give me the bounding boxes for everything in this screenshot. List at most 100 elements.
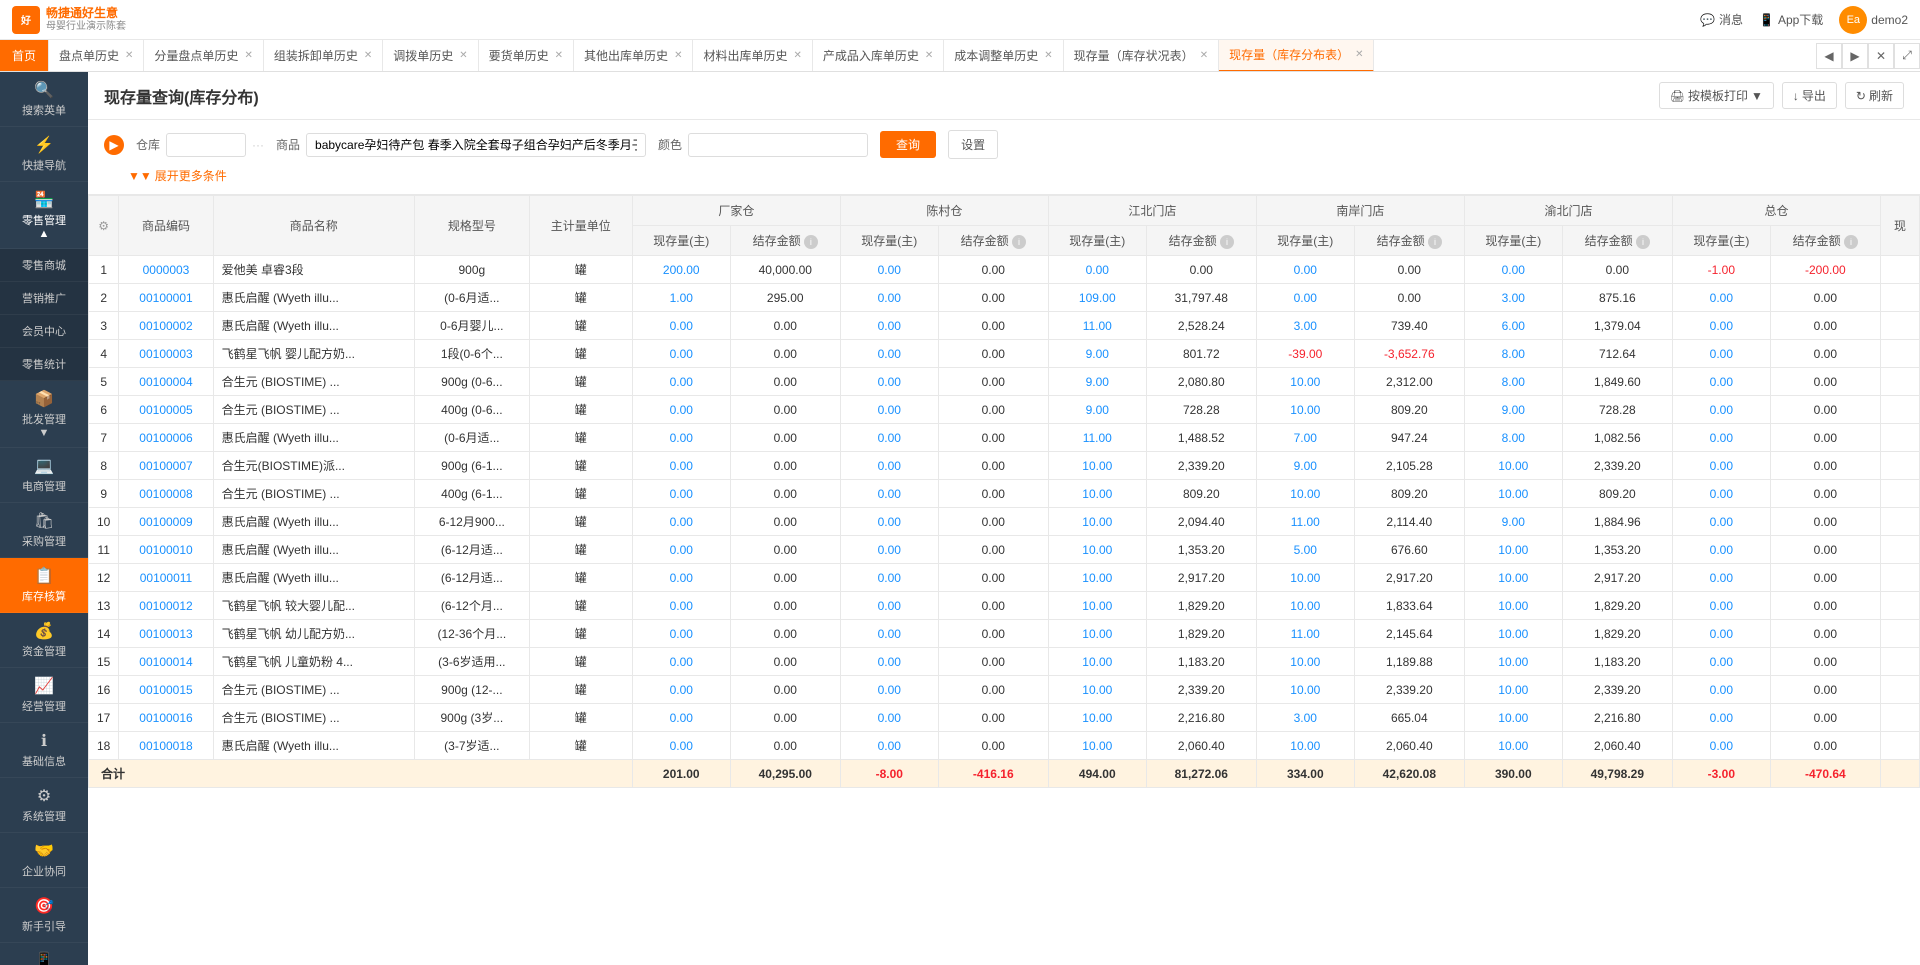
app-download-btn[interactable]: 📱 App下载 [1759, 11, 1823, 28]
sidebar-item-management[interactable]: 📈 经营管理 [0, 668, 88, 723]
tab-maximize-btn[interactable]: ⤢ [1894, 43, 1920, 69]
row-jb-stock[interactable]: 10.00 [1048, 648, 1146, 676]
row-jb-stock[interactable]: 10.00 [1048, 508, 1146, 536]
warehouse-dots[interactable]: ··· [252, 138, 264, 152]
row-yb-stock[interactable]: 8.00 [1464, 368, 1562, 396]
row-jb-stock[interactable]: 10.00 [1048, 564, 1146, 592]
row-jb-stock[interactable]: 10.00 [1048, 452, 1146, 480]
row-t-stock[interactable]: 0.00 [1672, 480, 1770, 508]
row-na-stock[interactable]: 3.00 [1256, 704, 1354, 732]
tab-close-btn[interactable]: ✕ [1868, 43, 1894, 69]
sidebar-item-collab[interactable]: 🤝 企业协同 [0, 833, 88, 888]
row-t-stock[interactable]: 0.00 [1672, 620, 1770, 648]
sidebar-item-ecommerce[interactable]: 💻 电商管理 [0, 448, 88, 503]
row-f-stock[interactable]: 0.00 [632, 480, 730, 508]
row-na-stock[interactable]: 11.00 [1256, 620, 1354, 648]
row-f-stock[interactable]: 0.00 [632, 508, 730, 536]
refresh-btn[interactable]: ↻ 刷新 [1845, 82, 1904, 109]
close-icon[interactable]: ✕ [125, 50, 133, 61]
settings-btn[interactable]: 设置 [948, 130, 998, 159]
expand-conditions-btn[interactable]: ▼▼ 展开更多条件 [128, 167, 1904, 184]
row-c-stock[interactable]: 0.00 [840, 508, 938, 536]
row-na-stock[interactable]: 10.00 [1256, 676, 1354, 704]
row-jb-stock[interactable]: 10.00 [1048, 620, 1146, 648]
row-c-stock[interactable]: 0.00 [840, 648, 938, 676]
tab-prev-btn[interactable]: ◀ [1816, 43, 1842, 69]
sidebar-item-wholesale[interactable]: 📦 批发管理 ▼ [0, 381, 88, 448]
row-jb-stock[interactable]: 11.00 [1048, 312, 1146, 340]
expand-btn[interactable]: ▶ [104, 135, 124, 155]
row-na-stock[interactable]: 5.00 [1256, 536, 1354, 564]
row-jb-stock[interactable]: 109.00 [1048, 284, 1146, 312]
sidebar-item-nav[interactable]: ⚡ 快捷导航 [0, 127, 88, 182]
row-c-stock[interactable]: 0.00 [840, 676, 938, 704]
row-na-stock[interactable]: 0.00 [1256, 256, 1354, 284]
tab-transfer-history[interactable]: 调拨单历史 ✕ [383, 40, 478, 72]
color-input[interactable] [688, 133, 868, 157]
row-f-stock[interactable]: 1.00 [632, 284, 730, 312]
warehouse-input[interactable] [166, 133, 246, 157]
row-t-stock[interactable]: 0.00 [1672, 648, 1770, 676]
close-icon[interactable]: ✕ [1200, 50, 1208, 61]
row-c-stock[interactable]: 0.00 [840, 704, 938, 732]
row-na-stock[interactable]: 10.00 [1256, 396, 1354, 424]
sidebar-item-finance[interactable]: 💰 资金管理 [0, 613, 88, 668]
row-yb-stock[interactable]: 3.00 [1464, 284, 1562, 312]
user-menu[interactable]: Ea demo2 [1839, 6, 1908, 34]
th-settings[interactable]: ⚙ [89, 196, 119, 256]
row-c-stock[interactable]: 0.00 [840, 284, 938, 312]
sidebar-item-inventory[interactable]: 📋 库存核算 [0, 558, 88, 613]
sidebar-item-marketing[interactable]: 营销推广 [0, 282, 88, 315]
row-c-stock[interactable]: 0.00 [840, 424, 938, 452]
row-f-stock[interactable]: 0.00 [632, 424, 730, 452]
row-jb-stock[interactable]: 10.00 [1048, 592, 1146, 620]
row-f-stock[interactable]: 0.00 [632, 312, 730, 340]
message-btn[interactable]: 💬 消息 [1700, 11, 1743, 28]
row-t-stock[interactable]: 0.00 [1672, 396, 1770, 424]
row-f-stock[interactable]: 0.00 [632, 620, 730, 648]
row-c-stock[interactable]: 0.00 [840, 396, 938, 424]
row-yb-stock[interactable]: 10.00 [1464, 564, 1562, 592]
row-jb-stock[interactable]: 9.00 [1048, 368, 1146, 396]
row-jb-stock[interactable]: 9.00 [1048, 396, 1146, 424]
row-na-stock[interactable]: 7.00 [1256, 424, 1354, 452]
row-na-stock[interactable]: 10.00 [1256, 732, 1354, 760]
row-t-stock[interactable]: 0.00 [1672, 732, 1770, 760]
row-jb-stock[interactable]: 11.00 [1048, 424, 1146, 452]
row-t-stock[interactable]: 0.00 [1672, 704, 1770, 732]
close-icon[interactable]: ✕ [925, 50, 933, 61]
tab-stock-distribution[interactable]: 现存量（库存分布表） ✕ [1219, 40, 1374, 72]
row-c-stock[interactable]: 0.00 [840, 480, 938, 508]
print-btn[interactable]: 🖨 按模板打印 ▼ [1659, 82, 1774, 109]
row-f-stock[interactable]: 0.00 [632, 368, 730, 396]
row-na-stock[interactable]: 10.00 [1256, 648, 1354, 676]
row-t-stock[interactable]: 0.00 [1672, 508, 1770, 536]
row-c-stock[interactable]: 0.00 [840, 732, 938, 760]
row-f-stock[interactable]: 200.00 [632, 256, 730, 284]
row-jb-stock[interactable]: 10.00 [1048, 536, 1146, 564]
close-icon[interactable]: ✕ [555, 50, 563, 61]
tab-inventory-history[interactable]: 盘点单历史 ✕ [49, 40, 144, 72]
tab-stock-status[interactable]: 现存量（库存状况表） ✕ [1064, 40, 1219, 72]
tab-other-out-history[interactable]: 其他出库单历史 ✕ [574, 40, 693, 72]
row-c-stock[interactable]: 0.00 [840, 620, 938, 648]
row-yb-stock[interactable]: 10.00 [1464, 592, 1562, 620]
tab-sub-inventory-history[interactable]: 分量盘点单历史 ✕ [144, 40, 263, 72]
row-na-stock[interactable]: 10.00 [1256, 564, 1354, 592]
row-na-stock[interactable]: 10.00 [1256, 480, 1354, 508]
row-t-stock[interactable]: 0.00 [1672, 284, 1770, 312]
tab-home[interactable]: 首页 [0, 40, 49, 72]
row-t-stock[interactable]: 0.00 [1672, 676, 1770, 704]
close-icon[interactable]: ✕ [1044, 50, 1052, 61]
row-c-stock[interactable]: 0.00 [840, 592, 938, 620]
row-na-stock[interactable]: 11.00 [1256, 508, 1354, 536]
close-icon[interactable]: ✕ [1355, 49, 1363, 60]
sidebar-item-retail[interactable]: 🏪 零售管理 ▲ [0, 182, 88, 249]
row-jb-stock[interactable]: 10.00 [1048, 676, 1146, 704]
row-f-stock[interactable]: 0.00 [632, 732, 730, 760]
row-c-stock[interactable]: 0.00 [840, 564, 938, 592]
sidebar-item-purchase[interactable]: 🛍 采购管理 [0, 503, 88, 558]
row-t-stock[interactable]: 0.00 [1672, 368, 1770, 396]
row-jb-stock[interactable]: 0.00 [1048, 256, 1146, 284]
tab-product-in-history[interactable]: 产成品入库单历史 ✕ [813, 40, 944, 72]
